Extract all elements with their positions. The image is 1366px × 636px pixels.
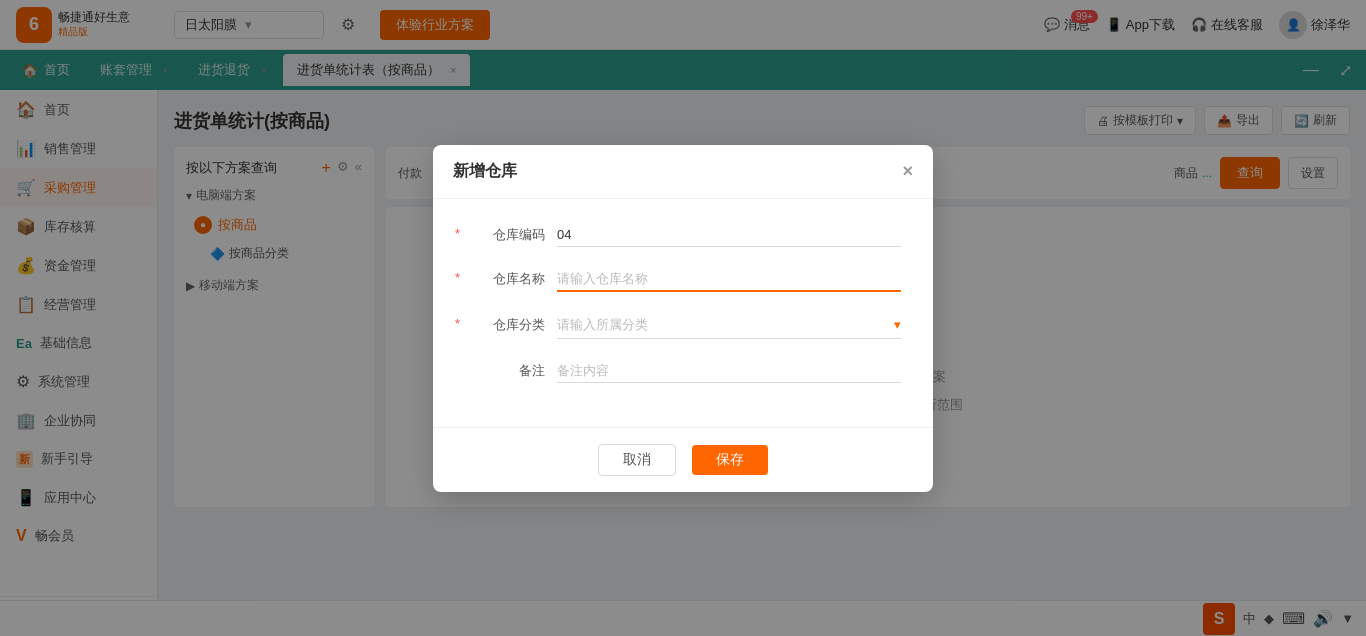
cancel-button[interactable]: 取消 xyxy=(598,444,676,476)
modal-header: 新增仓库 × xyxy=(433,145,933,199)
modal-overlay: 新增仓库 × 仓库编码 仓库名称 仓库分类 请输入所属分类 ▾ xyxy=(0,0,1366,636)
name-label: 仓库名称 xyxy=(465,270,545,288)
modal-footer: 取消 保存 xyxy=(433,427,933,492)
modal-dialog: 新增仓库 × 仓库编码 仓库名称 仓库分类 请输入所属分类 ▾ xyxy=(433,145,933,492)
category-label: 仓库分类 xyxy=(465,316,545,334)
code-input[interactable] xyxy=(557,223,901,247)
modal-body: 仓库编码 仓库名称 仓库分类 请输入所属分类 ▾ 备注 xyxy=(433,199,933,427)
category-placeholder: 请输入所属分类 xyxy=(557,316,648,334)
category-arrow-icon: ▾ xyxy=(894,317,901,332)
modal-close-button[interactable]: × xyxy=(902,161,913,182)
category-select[interactable]: 请输入所属分类 ▾ xyxy=(557,312,901,339)
modal-title: 新增仓库 xyxy=(453,161,517,182)
form-row-remark: 备注 xyxy=(465,359,901,383)
remark-input[interactable] xyxy=(557,359,901,383)
code-label: 仓库编码 xyxy=(465,226,545,244)
form-row-code: 仓库编码 xyxy=(465,223,901,247)
remark-label: 备注 xyxy=(465,362,545,380)
save-button[interactable]: 保存 xyxy=(692,445,768,475)
name-input[interactable] xyxy=(557,267,901,292)
form-row-name: 仓库名称 xyxy=(465,267,901,292)
form-row-category: 仓库分类 请输入所属分类 ▾ xyxy=(465,312,901,339)
